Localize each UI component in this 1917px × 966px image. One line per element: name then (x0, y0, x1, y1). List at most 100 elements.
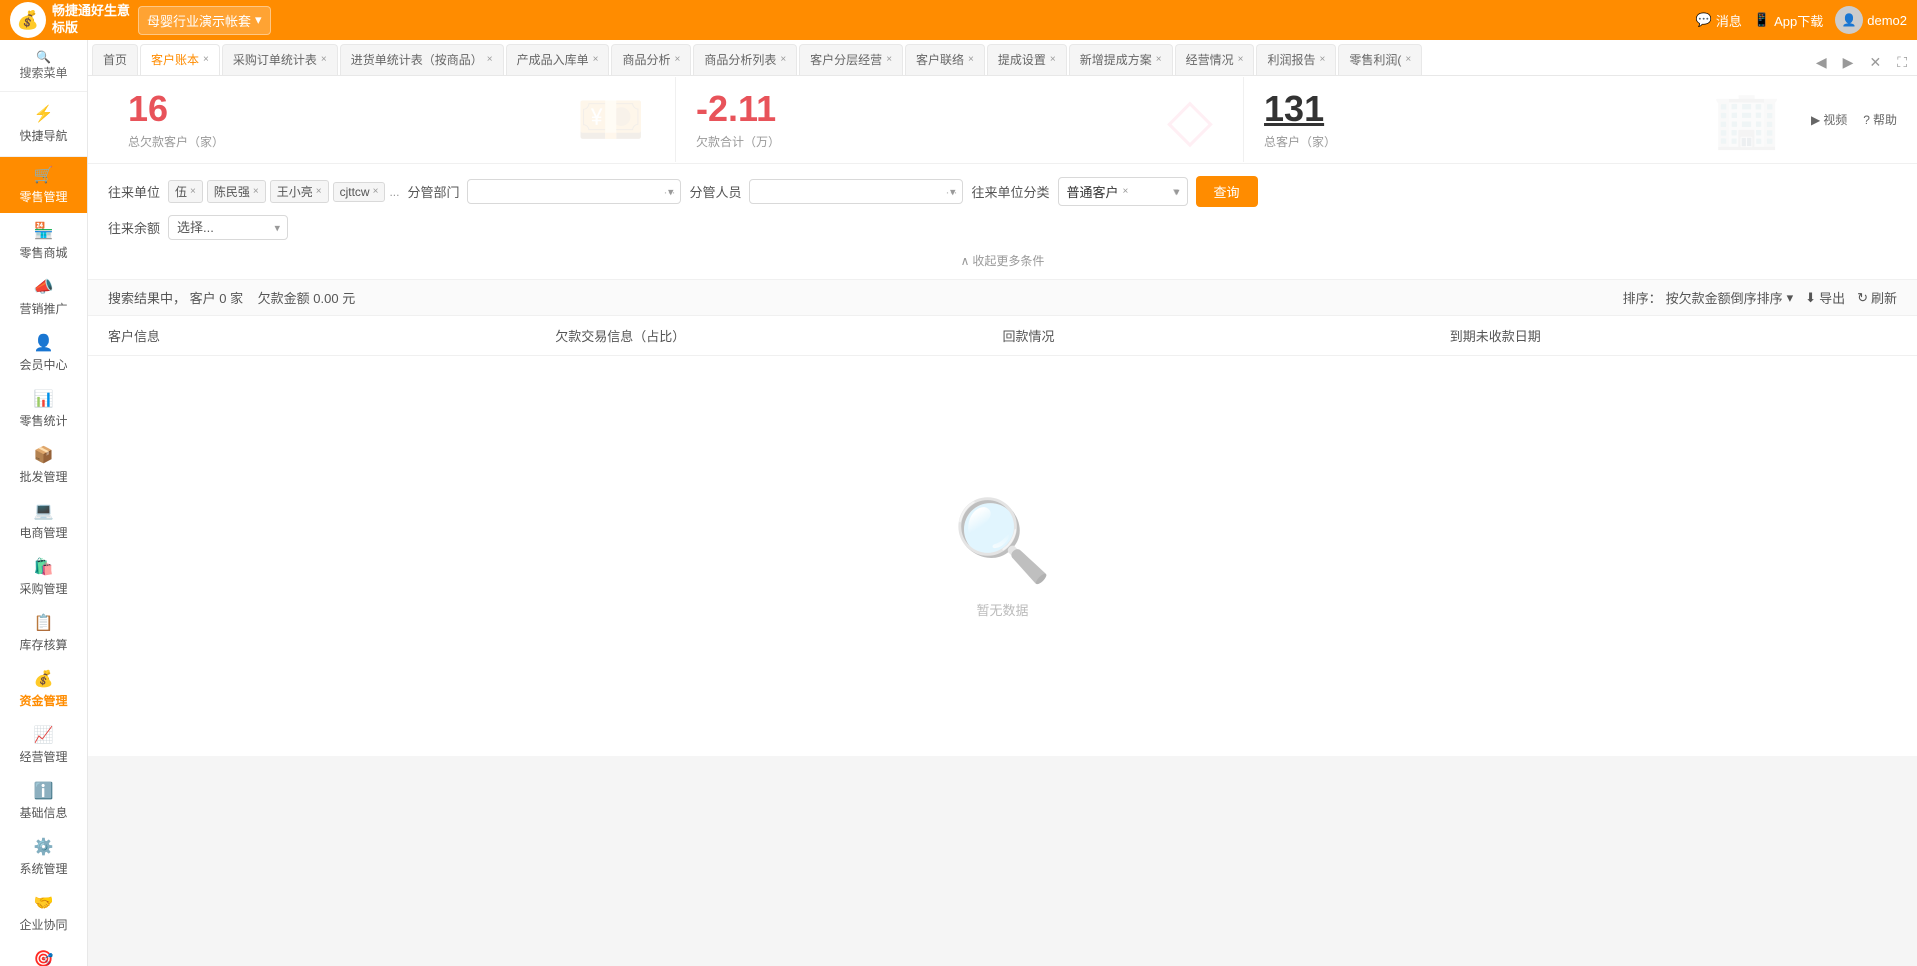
chevron-up-icon: ∧ (961, 254, 970, 268)
category-chevron-icon: ▾ (1173, 185, 1179, 198)
filter-unit-category-display[interactable]: 普通客户 × ▾ (1058, 177, 1188, 206)
tab-operations[interactable]: 经营情况 × (1175, 44, 1255, 75)
results-actions: 排序： 按欠款金额倒序排序 ▾ ⬇ 导出 ↻ 刷新 (1623, 288, 1897, 307)
tab-close-customer-accounts[interactable]: × (203, 54, 209, 65)
sidebar-item-operations-mgmt[interactable]: 📈 经营管理 (0, 717, 87, 773)
tab-customer-contact[interactable]: 客户联络 × (905, 44, 985, 75)
tab-close-customer-contact[interactable]: × (968, 54, 974, 65)
sidebar-item-purchase-mgmt[interactable]: 🛍️ 采购管理 (0, 549, 87, 605)
filter-tag-close-wu[interactable]: × (190, 186, 196, 197)
export-icon: ⬇ (1805, 290, 1816, 306)
user-avatar-btn[interactable]: 👤 demo2 (1835, 6, 1907, 34)
tab-profit-report[interactable]: 利润报告 × (1256, 44, 1336, 75)
empty-icon: 🔍 (953, 494, 1053, 588)
sort-option: 按欠款金额倒序排序 (1666, 288, 1783, 307)
staff-more-btn[interactable]: ··· (945, 185, 957, 199)
tab-customer-accounts[interactable]: 客户账本 × (140, 44, 220, 75)
filter-more-tags-btn[interactable]: ... (389, 185, 399, 199)
sidebar-item-system-mgmt[interactable]: ⚙️ 系统管理 (0, 829, 87, 885)
tab-close-retail-profit[interactable]: × (1405, 54, 1411, 65)
export-btn[interactable]: ⬇ 导出 (1805, 288, 1845, 307)
help-link[interactable]: ? 帮助 (1863, 111, 1897, 128)
new-guide-icon: 🎯 (34, 949, 54, 966)
table-wrap: 客户信息 欠款交易信息（占比） 回款情况 到期未收款日期 🔍 暂无数据 (88, 316, 1917, 756)
workspace-selector[interactable]: 母婴行业演示帐套 ▾ (138, 6, 271, 35)
query-button[interactable]: 查询 (1196, 176, 1258, 207)
sidebar-item-inventory[interactable]: 📋 库存核算 (0, 605, 87, 661)
tab-prev-btn[interactable]: ◀ (1810, 50, 1833, 75)
sidebar-item-marketing[interactable]: 📣 营销推广 (0, 269, 87, 325)
marketing-icon: 📣 (34, 277, 54, 297)
sidebar-item-enterprise-coop[interactable]: 🤝 企业协同 (0, 885, 87, 941)
tab-close-new-promotion-plan[interactable]: × (1156, 54, 1162, 65)
sidebar-item-retail-stats[interactable]: 📊 零售统计 (0, 381, 87, 437)
filter-staff-input[interactable] (749, 179, 963, 204)
collapse-btn[interactable]: ∧ 收起更多条件 (108, 248, 1897, 273)
tab-close-product-analysis-list[interactable]: × (780, 54, 786, 65)
refresh-icon: ↻ (1857, 290, 1868, 306)
filter-tag-close-chen[interactable]: × (253, 186, 259, 197)
tab-fullscreen-btn[interactable]: ⛶ (1891, 50, 1913, 75)
video-link[interactable]: ▶ 视频 (1811, 111, 1847, 128)
sidebar-item-finance-mgmt[interactable]: 💰 资金管理 (0, 661, 87, 717)
tab-close-profit-report[interactable]: × (1319, 54, 1325, 65)
dept-more-btn[interactable]: ··· (663, 185, 675, 199)
filter-row-1: 往来单位 伍 × 陈民强 × 王小亮 (108, 176, 1897, 207)
tab-customer-segment[interactable]: 客户分层经营 × (799, 44, 903, 75)
tab-product-analysis[interactable]: 商品分析 × (611, 44, 691, 75)
sidebar-item-retail-mall[interactable]: 🏪 零售商城 (0, 213, 87, 269)
sidebar-item-ecommerce[interactable]: 💻 电商管理 (0, 493, 87, 549)
tab-incoming-stats[interactable]: 进货单统计表（按商品） × (340, 44, 504, 75)
tab-close-purchase-order-stats[interactable]: × (321, 54, 327, 65)
sidebar-item-retail-mgmt[interactable]: 🛒 零售管理 (0, 157, 87, 213)
tab-close-product-entry[interactable]: × (593, 54, 599, 65)
filter-remain-select-wrap: 选择... (168, 215, 288, 240)
stats-bar: 16 总欠款客户（家） 💴 -2.11 欠款合计（万） ◇ 131 总客户（家）… (88, 76, 1917, 164)
tab-bar-actions: ◀ ▶ ✕ ⛶ (1810, 50, 1913, 75)
filter-remain-label: 往来余额 (108, 218, 160, 237)
sidebar-item-basic-info[interactable]: ℹ️ 基础信息 (0, 773, 87, 829)
tab-close-operations[interactable]: × (1238, 54, 1244, 65)
filter-tag-close-wang[interactable]: × (316, 186, 322, 197)
tab-purchase-order-stats[interactable]: 采购订单统计表 × (222, 44, 338, 75)
filter-dept-label: 分管部门 (407, 182, 459, 201)
tab-product-analysis-list[interactable]: 商品分析列表 × (693, 44, 797, 75)
filter-tag-close-cjttcw[interactable]: × (373, 186, 379, 197)
filter-tag-close-category[interactable]: × (1123, 186, 1129, 197)
tab-close-product-analysis[interactable]: × (674, 54, 680, 65)
tab-next-btn[interactable]: ▶ (1837, 50, 1860, 75)
filter-remain-select[interactable]: 选择... (168, 215, 288, 240)
sidebar-item-new-guide[interactable]: 🎯 新手引导 (0, 941, 87, 966)
top-bar-right: 💬 消息 📱 App下载 👤 demo2 (1696, 6, 1907, 34)
stat-total-customers: 16 总欠款客户（家） 💴 (108, 77, 676, 162)
sidebar-item-quick-nav[interactable]: ⚡ 快捷导航 (0, 96, 87, 152)
play-icon: ▶ (1811, 113, 1820, 127)
message-btn[interactable]: 💬 消息 (1696, 11, 1742, 30)
help-icon: ? (1863, 113, 1870, 127)
filter-staff-select-wrap: ··· (749, 179, 963, 204)
tab-close-all-btn[interactable]: ✕ (1863, 50, 1887, 75)
sidebar-search[interactable]: 🔍 搜索菜单 (0, 40, 87, 92)
filter-dept-input[interactable] (467, 179, 681, 204)
tab-close-promotion-settings[interactable]: × (1050, 54, 1056, 65)
retail-stats-icon: 📊 (34, 389, 54, 409)
tab-home[interactable]: 首页 (92, 44, 138, 75)
sidebar-quick-nav: ⚡ 快捷导航 (0, 92, 87, 157)
tab-close-incoming-stats[interactable]: × (487, 54, 493, 65)
stat-label-total-customers: 总欠款客户（家） (128, 133, 224, 150)
tab-new-promotion-plan[interactable]: 新增提成方案 × (1069, 44, 1173, 75)
sidebar-item-wholesale-mgmt[interactable]: 📦 批发管理 (0, 437, 87, 493)
tab-promotion-settings[interactable]: 提成设置 × (987, 44, 1067, 75)
system-icon: ⚙️ (34, 837, 54, 857)
tab-retail-profit[interactable]: 零售利润( × (1338, 44, 1422, 75)
avatar: 👤 (1835, 6, 1863, 34)
sidebar-item-member-center[interactable]: 👤 会员中心 (0, 325, 87, 381)
results-sort[interactable]: 排序： 按欠款金额倒序排序 ▾ (1623, 288, 1794, 307)
refresh-btn[interactable]: ↻ 刷新 (1857, 288, 1897, 307)
stats-bar-right: ▶ 视频 ? 帮助 (1811, 111, 1897, 128)
app-download-btn[interactable]: 📱 App下载 (1754, 11, 1823, 30)
tab-product-entry[interactable]: 产成品入库单 × (506, 44, 610, 75)
tab-close-customer-segment[interactable]: × (886, 54, 892, 65)
logo-text: 畅捷通好生意 标版 (52, 3, 130, 37)
stat-icon-total-customers: 💴 (577, 87, 645, 152)
